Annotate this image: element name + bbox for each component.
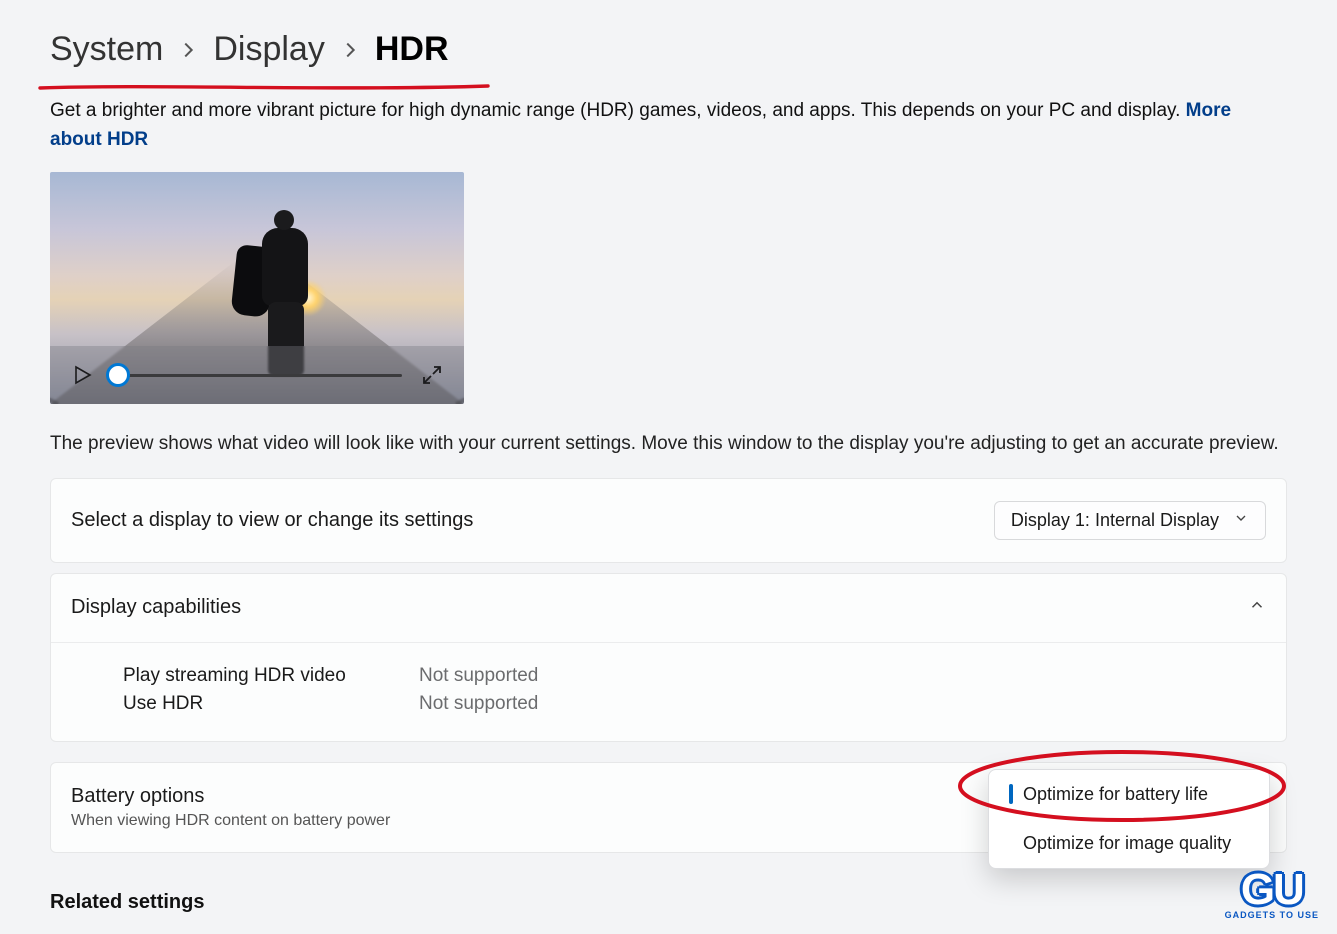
display-select-dropdown[interactable]: Display 1: Internal Display — [994, 501, 1266, 540]
capability-row: Play streaming HDR video Not supported — [123, 665, 1266, 687]
capability-value: Not supported — [419, 665, 538, 687]
chevron-right-icon — [177, 39, 199, 61]
battery-options-title: Battery options — [71, 785, 390, 808]
breadcrumb-system[interactable]: System — [50, 30, 163, 69]
display-capabilities-expander: Display capabilities Play streaming HDR … — [50, 573, 1287, 742]
breadcrumb-display[interactable]: Display — [213, 30, 324, 69]
annotation-underline — [38, 79, 490, 89]
breadcrumb: System Display HDR — [50, 30, 1287, 69]
display-select-label: Select a display to view or change its s… — [71, 509, 473, 532]
battery-option-label: Optimize for image quality — [1023, 833, 1231, 854]
battery-options-card: Battery options When viewing HDR content… — [50, 762, 1287, 853]
battery-option-quality[interactable]: Optimize for image quality — [989, 819, 1269, 868]
fullscreen-icon[interactable] — [420, 363, 444, 387]
preview-caption: The preview shows what video will look l… — [50, 430, 1285, 458]
battery-options-dropdown[interactable]: Optimize for battery life Optimize for i… — [988, 769, 1270, 869]
hdr-preview-video[interactable] — [50, 172, 464, 404]
watermark-logo: GU GADGETS TO USE — [1225, 871, 1319, 920]
selection-indicator — [1009, 833, 1013, 853]
chevron-down-icon — [1233, 510, 1249, 531]
display-capabilities-title: Display capabilities — [71, 596, 241, 619]
breadcrumb-hdr: HDR — [375, 30, 449, 69]
battery-option-label: Optimize for battery life — [1023, 784, 1208, 805]
watermark-gu: GU — [1225, 871, 1319, 908]
battery-option-life[interactable]: Optimize for battery life — [989, 770, 1269, 819]
display-select-card: Select a display to view or change its s… — [50, 478, 1287, 563]
capability-key: Use HDR — [123, 693, 383, 715]
display-select-value: Display 1: Internal Display — [1011, 510, 1219, 531]
slider-thumb[interactable] — [106, 363, 130, 387]
capability-key: Play streaming HDR video — [123, 665, 383, 687]
capability-value: Not supported — [419, 693, 538, 715]
battery-options-subtitle: When viewing HDR content on battery powe… — [71, 812, 390, 830]
related-settings-heading: Related settings — [50, 891, 1287, 914]
hdr-description: Get a brighter and more vibrant picture … — [50, 97, 1285, 154]
hdr-description-text: Get a brighter and more vibrant picture … — [50, 100, 1186, 121]
chevron-up-icon — [1248, 596, 1266, 620]
selection-indicator — [1009, 784, 1013, 804]
chevron-right-icon — [339, 39, 361, 61]
video-controls — [50, 346, 464, 404]
video-seek-slider[interactable] — [112, 374, 402, 377]
display-capabilities-header[interactable]: Display capabilities — [51, 574, 1286, 642]
play-icon[interactable] — [70, 363, 94, 387]
capability-row: Use HDR Not supported — [123, 693, 1266, 715]
watermark-tag: GADGETS TO USE — [1225, 910, 1319, 920]
